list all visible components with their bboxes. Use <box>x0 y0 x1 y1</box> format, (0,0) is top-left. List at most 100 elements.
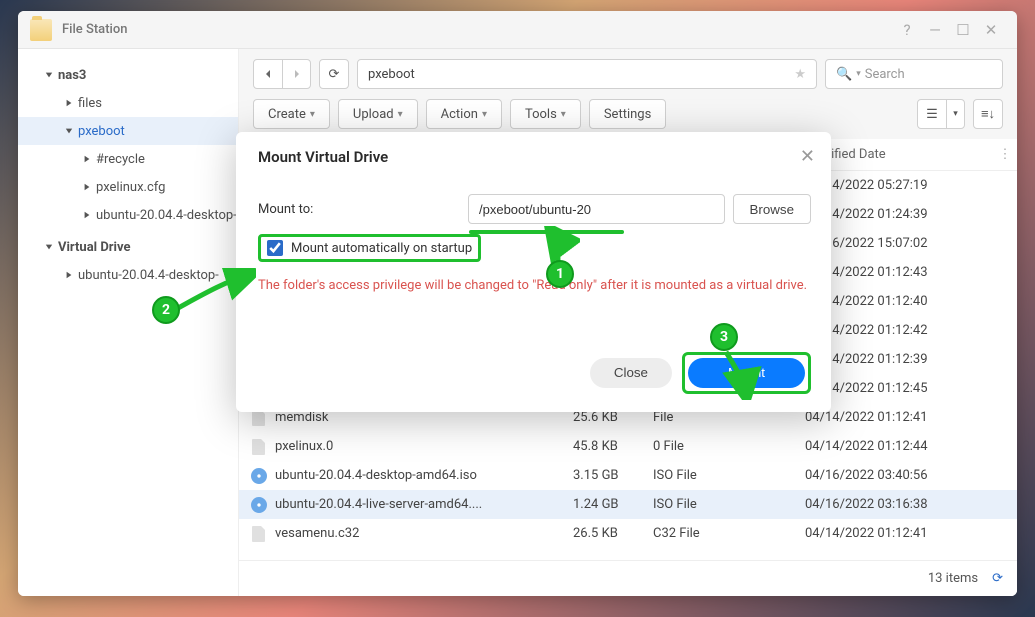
file-type: ISO File <box>653 468 805 483</box>
col-date-header[interactable]: Modified Date <box>805 147 993 162</box>
chevron-right-icon <box>82 182 92 192</box>
nav-back-button[interactable] <box>254 60 282 88</box>
tree-root-virtual-drive[interactable]: Virtual Drive <box>18 233 238 261</box>
minimize-button[interactable]: — <box>921 21 949 39</box>
file-date: 04/14/2022 01:12:41 <box>805 526 993 541</box>
chevron-down-icon <box>44 70 54 80</box>
nav-buttons <box>253 59 311 89</box>
file-name: ubuntu-20.04.4-desktop-amd64.iso <box>275 468 477 483</box>
tree-item-pxeboot[interactable]: pxeboot <box>18 117 238 145</box>
table-footer: 13 items ⟳ <box>239 560 1017 596</box>
view-caret-button[interactable]: ▾ <box>946 100 964 128</box>
auto-mount-checkbox[interactable] <box>267 240 283 256</box>
sort-button[interactable]: ≡↓ <box>973 99 1003 129</box>
mount-to-input[interactable] <box>468 194 725 224</box>
auto-mount-label: Mount automatically on startup <box>291 241 472 256</box>
file-date: 04/16/2022 03:40:56 <box>805 468 993 483</box>
footer-refresh-button[interactable]: ⟳ <box>992 571 1003 586</box>
chevron-down-icon <box>44 242 54 252</box>
file-icon <box>251 439 267 455</box>
tree-item-ubuntu-desktop[interactable]: ubuntu-20.04.4-desktop- <box>18 201 238 229</box>
chevron-right-icon <box>64 98 74 108</box>
maximize-button[interactable]: ☐ <box>949 21 977 39</box>
path-text: pxeboot <box>368 67 415 82</box>
path-box[interactable]: pxeboot ★ <box>357 59 817 89</box>
annotation-badge-2: 2 <box>152 296 180 324</box>
chevron-right-icon <box>64 270 74 280</box>
file-size: 1.24 GB <box>573 497 653 512</box>
table-row[interactable]: ubuntu-20.04.4-live-server-amd64.... 1.24… <box>239 490 1017 519</box>
chevron-right-icon <box>82 154 92 164</box>
create-button[interactable]: Create▾ <box>253 99 330 129</box>
annotation-badge-1: 1 <box>546 260 574 288</box>
tree-label: pxeboot <box>78 124 125 139</box>
dialog-close-button[interactable]: ✕ <box>800 146 815 167</box>
nav-refresh-button[interactable]: ⟳ <box>319 59 349 89</box>
file-name: pxelinux.0 <box>275 439 333 454</box>
file-name: memdisk <box>275 410 329 425</box>
close-button[interactable]: Close <box>590 358 672 388</box>
annotation-arrow-3 <box>718 348 762 400</box>
file-size: 3.15 GB <box>573 468 653 483</box>
disc-icon <box>251 497 267 513</box>
tree-label: ubuntu-20.04.4-desktop- <box>96 208 237 223</box>
sidebar: nas3 files pxeboot #recycle pxelinux.cfg… <box>18 49 239 596</box>
tree-item-files[interactable]: files <box>18 89 238 117</box>
file-type: C32 File <box>653 526 805 541</box>
mount-to-label: Mount to: <box>258 202 468 217</box>
file-type: ISO File <box>653 497 805 512</box>
auto-mount-checkbox-row[interactable]: Mount automatically on startup <box>258 234 481 262</box>
titlebar: File Station ? — ☐ ✕ <box>18 11 1017 49</box>
table-row[interactable]: pxelinux.045.8 KB0 File04/14/2022 01:12:… <box>239 432 1017 461</box>
annotation-arrow-2 <box>172 268 256 314</box>
file-date: 04/14/2022 01:12:39 <box>805 352 993 367</box>
file-date: 04/16/2022 15:07:02 <box>805 236 993 251</box>
view-mode-group: ☰ ▾ <box>917 99 965 129</box>
tools-button[interactable]: Tools▾ <box>510 99 581 129</box>
table-row[interactable]: vesamenu.c3226.5 KBC32 File04/14/2022 01… <box>239 519 1017 548</box>
item-count: 13 items <box>928 571 978 586</box>
file-date: 04/14/2022 01:12:43 <box>805 265 993 280</box>
file-size: 25.6 KB <box>573 410 653 425</box>
tree-item-pxelinux-cfg[interactable]: pxelinux.cfg <box>18 173 238 201</box>
table-row[interactable]: ubuntu-20.04.4-desktop-amd64.iso 3.15 GBI… <box>239 461 1017 490</box>
settings-button[interactable]: Settings <box>589 99 666 129</box>
nav-forward-button[interactable] <box>282 60 310 88</box>
help-button[interactable]: ? <box>893 21 921 39</box>
file-date: 04/14/2022 01:12:40 <box>805 294 993 309</box>
close-window-button[interactable]: ✕ <box>977 21 1005 39</box>
file-type: File <box>653 410 805 425</box>
annotation-badge-3: 3 <box>710 323 738 351</box>
tree-label: Virtual Drive <box>58 240 131 255</box>
file-name: ubuntu-20.04.4-live-server-amd64.... <box>275 497 482 512</box>
file-date: 04/14/2022 01:24:39 <box>805 207 993 222</box>
tree-label: pxelinux.cfg <box>96 180 165 195</box>
tree-label: #recycle <box>96 152 145 167</box>
app-folder-icon <box>30 19 52 41</box>
mount-to-row: Mount to: Browse <box>258 194 811 224</box>
upload-button[interactable]: Upload▾ <box>338 99 418 129</box>
file-type: 0 File <box>653 439 805 454</box>
tree-label: files <box>78 96 102 111</box>
action-button[interactable]: Action▾ <box>426 99 502 129</box>
warning-text: The folder's access privilege will be ch… <box>258 276 811 296</box>
view-list-button[interactable]: ☰ <box>918 100 946 128</box>
browse-button[interactable]: Browse <box>733 194 811 224</box>
chevron-down-icon <box>64 126 74 136</box>
file-icon <box>251 410 267 426</box>
file-date: 04/14/2022 01:12:41 <box>805 410 993 425</box>
file-size: 45.8 KB <box>573 439 653 454</box>
search-icon: 🔍 <box>836 67 852 82</box>
tree-label: nas3 <box>58 68 86 83</box>
tree-item-recycle[interactable]: #recycle <box>18 145 238 173</box>
file-date: 04/14/2022 01:12:42 <box>805 323 993 338</box>
column-menu[interactable]: ⋮ <box>993 147 1017 162</box>
tree-root-nas3[interactable]: nas3 <box>18 61 238 89</box>
file-date: 04/14/2022 05:27:19 <box>805 178 993 193</box>
mount-to-underline <box>469 230 624 234</box>
star-icon[interactable]: ★ <box>794 67 806 82</box>
search-box[interactable]: 🔍 ▾ Search <box>825 59 1003 89</box>
file-name: vesamenu.c32 <box>275 526 359 541</box>
search-caret-icon: ▾ <box>856 69 861 79</box>
file-date: 04/16/2022 03:16:38 <box>805 497 993 512</box>
